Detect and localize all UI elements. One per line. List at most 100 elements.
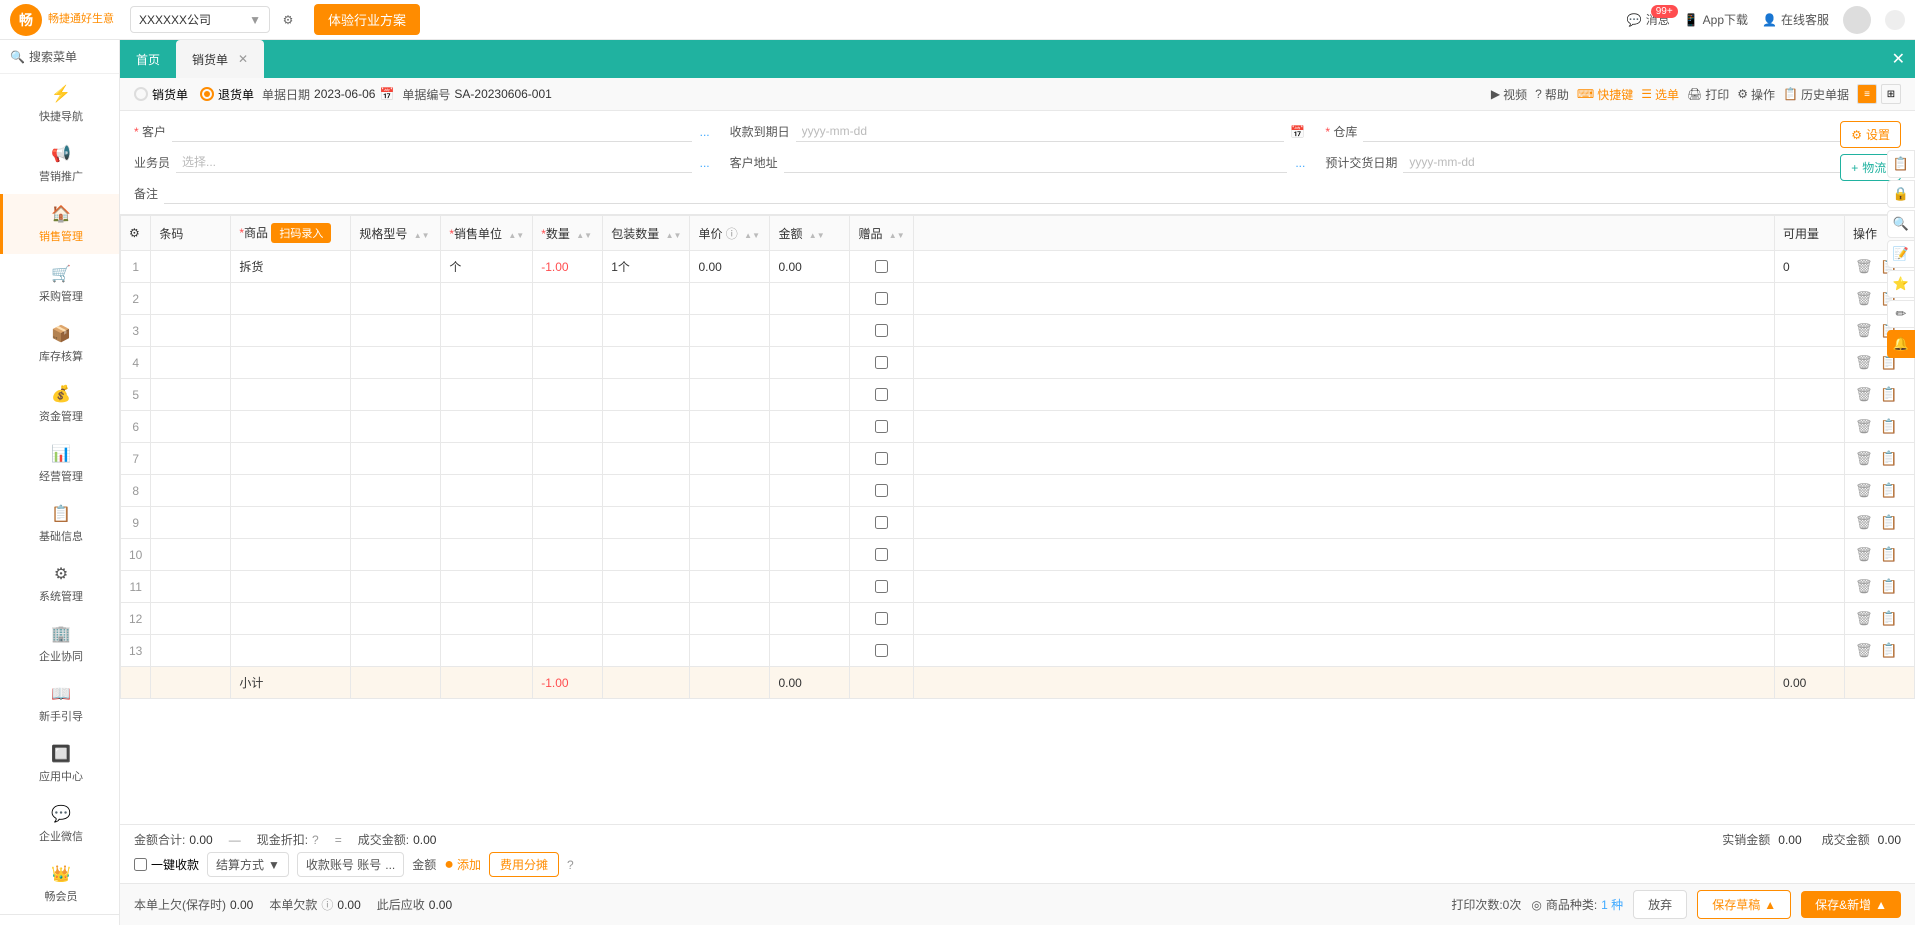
row-product-1[interactable]: 拆货 bbox=[231, 251, 351, 283]
column-settings-icon[interactable]: ⚙ bbox=[129, 226, 140, 240]
expense-info-icon[interactable]: ? bbox=[567, 858, 574, 872]
row-copy-btn-6[interactable]: 📋 bbox=[1878, 416, 1899, 437]
price-info-icon[interactable]: ⓘ bbox=[726, 227, 738, 241]
expected-date-input[interactable] bbox=[1403, 152, 1880, 173]
gift-checkbox-8[interactable] bbox=[875, 484, 888, 497]
row-amount-5[interactable] bbox=[770, 379, 850, 411]
row-delete-btn-13[interactable]: 🗑 bbox=[1853, 640, 1875, 661]
row-gift-12[interactable] bbox=[850, 603, 913, 635]
gift-sort-icon[interactable]: ▲▼ bbox=[889, 231, 905, 240]
row-amount-12[interactable] bbox=[770, 603, 850, 635]
gift-checkbox-6[interactable] bbox=[875, 420, 888, 433]
row-amount-10[interactable] bbox=[770, 539, 850, 571]
row-copy-btn-8[interactable]: 📋 bbox=[1878, 480, 1899, 501]
row-spec-4[interactable] bbox=[351, 347, 441, 379]
row-spec-6[interactable] bbox=[351, 411, 441, 443]
row-unit-13[interactable] bbox=[441, 635, 533, 667]
row-barcode-11[interactable] bbox=[151, 571, 231, 603]
row-delete-btn-5[interactable]: 🗑 bbox=[1853, 384, 1875, 405]
select-btn[interactable]: ☰ 选单 bbox=[1641, 86, 1679, 103]
gift-checkbox-5[interactable] bbox=[875, 388, 888, 401]
row-amount-7[interactable] bbox=[770, 443, 850, 475]
row-amount-1[interactable]: 0.00 bbox=[770, 251, 850, 283]
row-gift-11[interactable] bbox=[850, 571, 913, 603]
calendar-icon[interactable]: 📅 bbox=[379, 87, 394, 101]
unit-sort-icon[interactable]: ▲▼ bbox=[508, 231, 524, 240]
row-price-9[interactable] bbox=[690, 507, 770, 539]
row-pkgqty-7[interactable] bbox=[603, 443, 690, 475]
row-gift-3[interactable] bbox=[850, 315, 913, 347]
one-click-collect-input[interactable] bbox=[134, 858, 147, 871]
row-copy-btn-9[interactable]: 📋 bbox=[1878, 512, 1899, 533]
row-product-4[interactable] bbox=[231, 347, 351, 379]
row-pkgqty-6[interactable] bbox=[603, 411, 690, 443]
row-barcode-1[interactable] bbox=[151, 251, 231, 283]
row-qty-12[interactable] bbox=[533, 603, 603, 635]
row-gift-5[interactable] bbox=[850, 379, 913, 411]
sidebar-item-inventory[interactable]: 📦 库存核算 bbox=[0, 314, 119, 374]
row-gift-10[interactable] bbox=[850, 539, 913, 571]
row-delete-btn-1[interactable]: 🗑 bbox=[1853, 256, 1875, 277]
expense-split-button[interactable]: 费用分摊 bbox=[489, 852, 559, 877]
row-price-6[interactable] bbox=[690, 411, 770, 443]
float-btn-4[interactable]: 📝 bbox=[1887, 240, 1915, 268]
gift-checkbox-9[interactable] bbox=[875, 516, 888, 529]
row-delete-btn-2[interactable]: 🗑 bbox=[1853, 288, 1875, 309]
warehouse-input[interactable]: 建材仓 bbox=[1363, 121, 1883, 142]
sidebar-item-wechat[interactable]: 💬 企业微信 bbox=[0, 794, 119, 854]
sidebar-item-basic-info[interactable]: 📋 基础信息 bbox=[0, 494, 119, 554]
row-unit-7[interactable] bbox=[441, 443, 533, 475]
tab-close-icon[interactable]: ✕ bbox=[238, 52, 248, 66]
row-product-11[interactable] bbox=[231, 571, 351, 603]
salesperson-input[interactable] bbox=[176, 152, 692, 173]
avatar2[interactable] bbox=[1885, 10, 1905, 30]
row-price-10[interactable] bbox=[690, 539, 770, 571]
row-product-10[interactable] bbox=[231, 539, 351, 571]
row-qty-5[interactable] bbox=[533, 379, 603, 411]
row-pkgqty-11[interactable] bbox=[603, 571, 690, 603]
row-product-8[interactable] bbox=[231, 475, 351, 507]
row-copy-btn-12[interactable]: 📋 bbox=[1878, 608, 1899, 629]
row-product-2[interactable] bbox=[231, 283, 351, 315]
sidebar-item-marketing[interactable]: 📢 营销推广 bbox=[0, 134, 119, 194]
customer-addr-input[interactable] bbox=[784, 152, 1288, 173]
sidebar-item-operations[interactable]: 📊 经营管理 bbox=[0, 434, 119, 494]
row-qty-11[interactable] bbox=[533, 571, 603, 603]
row-barcode-7[interactable] bbox=[151, 443, 231, 475]
abandon-button[interactable]: 放弃 bbox=[1633, 890, 1687, 919]
customer-dots[interactable]: ... bbox=[700, 125, 710, 139]
row-delete-btn-12[interactable]: 🗑 bbox=[1853, 608, 1875, 629]
row-gift-4[interactable] bbox=[850, 347, 913, 379]
row-amount-3[interactable] bbox=[770, 315, 850, 347]
sidebar-item-system[interactable]: ⚙ 系统管理 bbox=[0, 554, 119, 614]
row-qty-3[interactable] bbox=[533, 315, 603, 347]
th-settings[interactable]: ⚙ bbox=[121, 216, 151, 251]
row-copy-btn-13[interactable]: 📋 bbox=[1878, 640, 1899, 661]
row-delete-btn-11[interactable]: 🗑 bbox=[1853, 576, 1875, 597]
remarks-input[interactable] bbox=[164, 183, 1901, 204]
row-unit-5[interactable] bbox=[441, 379, 533, 411]
row-pkgqty-3[interactable] bbox=[603, 315, 690, 347]
app-download-button[interactable]: 📱 App下载 bbox=[1684, 11, 1748, 28]
save-new-button[interactable]: 保存&新增 ▲ bbox=[1801, 891, 1901, 918]
row-gift-6[interactable] bbox=[850, 411, 913, 443]
row-unit-6[interactable] bbox=[441, 411, 533, 443]
row-copy-btn-7[interactable]: 📋 bbox=[1878, 448, 1899, 469]
row-qty-2[interactable] bbox=[533, 283, 603, 315]
row-price-4[interactable] bbox=[690, 347, 770, 379]
row-amount-13[interactable] bbox=[770, 635, 850, 667]
row-qty-1[interactable]: -1.00 bbox=[533, 251, 603, 283]
row-barcode-4[interactable] bbox=[151, 347, 231, 379]
row-spec-3[interactable] bbox=[351, 315, 441, 347]
row-product-7[interactable] bbox=[231, 443, 351, 475]
row-spec-10[interactable] bbox=[351, 539, 441, 571]
float-btn-7[interactable]: 🔔 bbox=[1887, 330, 1915, 358]
company-select[interactable]: XXXXXX公司 ▼ bbox=[130, 6, 270, 33]
float-btn-6[interactable]: ✏ bbox=[1887, 300, 1915, 328]
sidebar-item-sales[interactable]: 🏠 销售管理 bbox=[0, 194, 119, 254]
row-delete-btn-4[interactable]: 🗑 bbox=[1853, 352, 1875, 373]
float-btn-3[interactable]: 🔍 bbox=[1887, 210, 1915, 238]
row-qty-4[interactable] bbox=[533, 347, 603, 379]
row-unit-9[interactable] bbox=[441, 507, 533, 539]
row-unit-2[interactable] bbox=[441, 283, 533, 315]
